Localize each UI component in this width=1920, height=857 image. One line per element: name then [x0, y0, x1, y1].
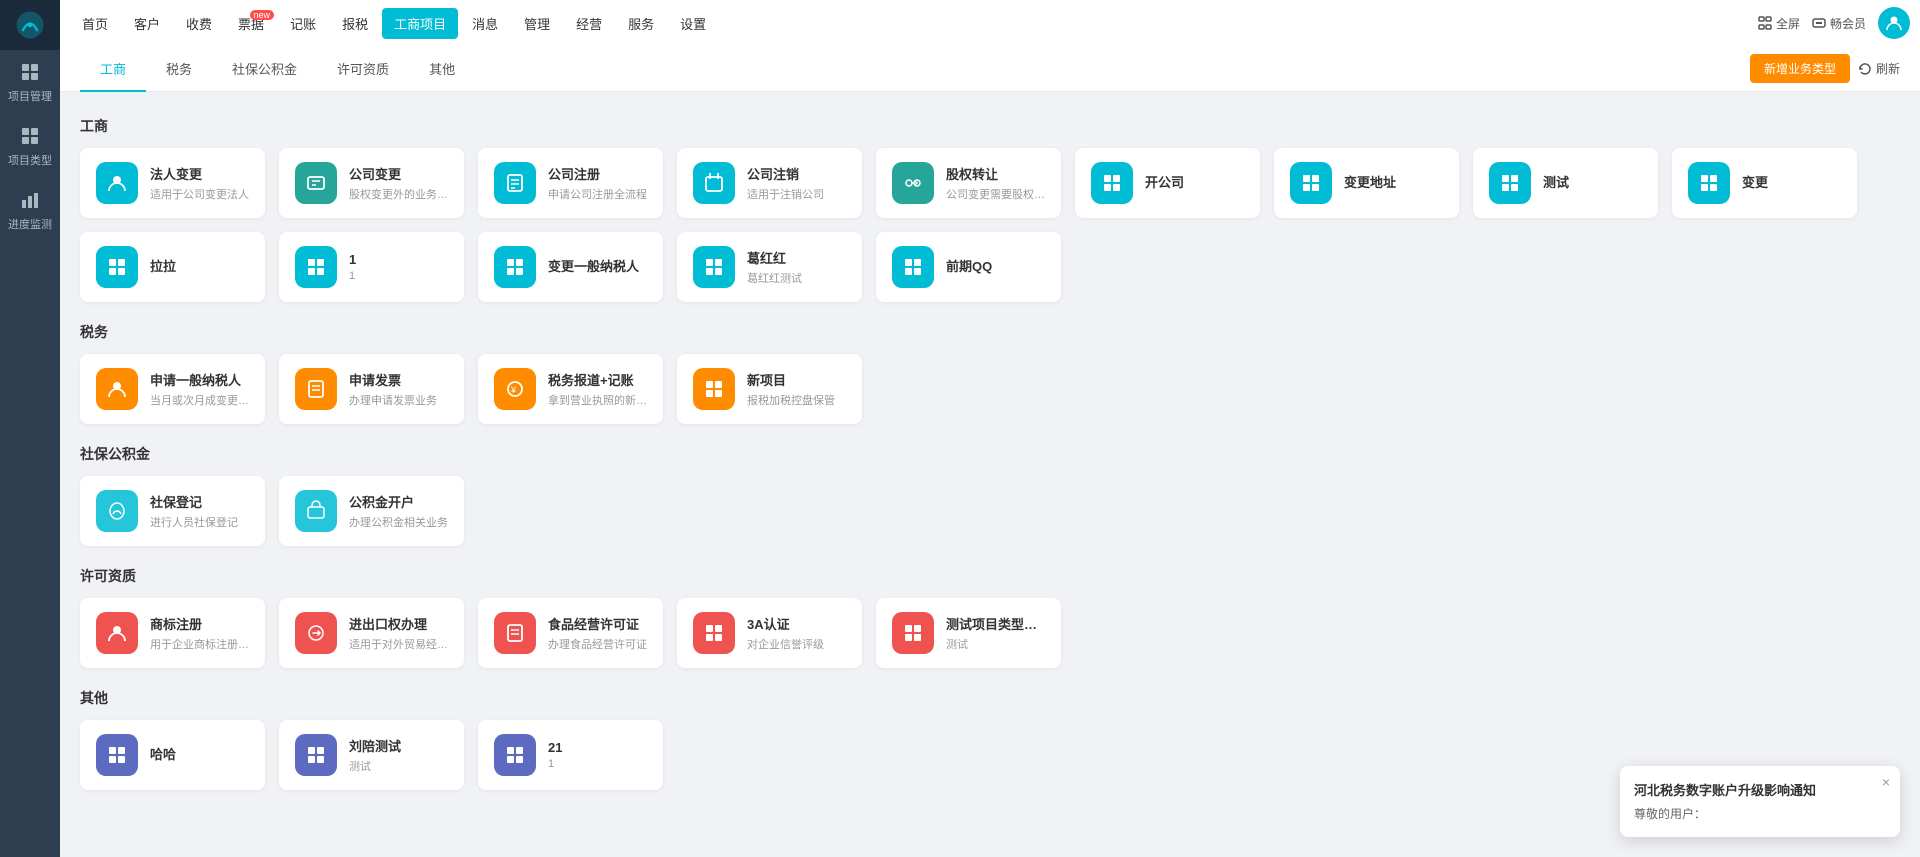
card-haha[interactable]: 哈哈 — [80, 720, 265, 790]
user-avatar[interactable] — [1878, 7, 1910, 39]
chart-icon — [18, 188, 42, 212]
card-change-general[interactable]: 变更一般纳税人 — [478, 232, 663, 302]
new-type-button[interactable]: 新增业务类型 — [1750, 54, 1850, 83]
card-open-company[interactable]: 开公司 — [1075, 148, 1260, 218]
nav-home[interactable]: 首页 — [70, 8, 120, 39]
card-company-cancel[interactable]: 公司注销 适用于注销公司 — [677, 148, 862, 218]
section-title-license: 许可资质 — [80, 566, 1900, 586]
card-company-change[interactable]: 公司变更 股权变更外的业务变更 — [279, 148, 464, 218]
card-icon-company-cancel — [693, 162, 735, 204]
sidebar-item-project-manage[interactable]: 项目管理 — [0, 50, 60, 114]
card-equity-transfer[interactable]: 股权转让 公司变更需要股权转让 — [876, 148, 1061, 218]
nav-billing[interactable]: 收费 — [174, 8, 224, 39]
sidebar-item-label: 项目类型 — [8, 152, 52, 168]
card-pre-qq[interactable]: 前期QQ — [876, 232, 1061, 302]
card-import-export[interactable]: 进出口权办理 适用于对外贸易经营者 — [279, 598, 464, 668]
sidebar-item-label: 项目管理 — [8, 88, 52, 104]
card-ge-hong-hong[interactable]: 葛红红 葛红红测试 — [677, 232, 862, 302]
fullscreen-btn[interactable]: 全屏 — [1758, 15, 1800, 32]
nav-operation[interactable]: 经营 — [564, 8, 614, 39]
sidebar: 项目管理 项目类型 进度监测 — [0, 0, 60, 857]
nav-right: 全屏 畅会员 — [1758, 7, 1910, 39]
nav-tax[interactable]: 报税 — [330, 8, 380, 39]
sidebar-logo — [0, 0, 60, 50]
grid-icon — [18, 60, 42, 84]
tabs-actions: 新增业务类型 刷新 — [1750, 54, 1900, 83]
cards-grid-social: 社保登记 进行人员社保登记 公积金开户 办理公积金相关业务 — [80, 476, 1900, 546]
card-test-type[interactable]: 测试项目类型定义 测试 — [876, 598, 1061, 668]
section-title-tax: 税务 — [80, 322, 1900, 342]
notification-popup: × 河北税务数字账户升级影响通知 尊敬的用户： — [1620, 766, 1900, 837]
sidebar-item-project-type[interactable]: 项目类型 — [0, 114, 60, 178]
card-icon-company-register — [494, 162, 536, 204]
tag-icon — [18, 124, 42, 148]
card-apply-general[interactable]: 申请一般纳税人 当月或次月成变更完成 — [80, 354, 265, 424]
nav-manage[interactable]: 管理 — [512, 8, 562, 39]
notification-body: 尊敬的用户： — [1634, 805, 1886, 823]
card-test[interactable]: 测试 — [1473, 148, 1658, 218]
tab-tax[interactable]: 税务 — [146, 47, 212, 92]
tab-license[interactable]: 许可资质 — [317, 47, 409, 92]
sidebar-item-progress-monitor[interactable]: 进度监测 — [0, 178, 60, 242]
nav-service[interactable]: 服务 — [616, 8, 666, 39]
card-icon-equity-transfer — [892, 162, 934, 204]
card-change-address[interactable]: 变更地址 — [1274, 148, 1459, 218]
card-one[interactable]: 1 1 — [279, 232, 464, 302]
card-twenty-one[interactable]: 21 1 — [478, 720, 663, 790]
card-icon-change-address — [1290, 162, 1332, 204]
section-title-other: 其他 — [80, 688, 1900, 708]
vip-btn[interactable]: 畅会员 — [1812, 15, 1866, 32]
notification-title: 河北税务数字账户升级影响通知 — [1634, 780, 1886, 799]
main-container: 首页 客户 收费 票据 new 记账 报税 工商项目 消息 管理 经营 服务 设… — [60, 0, 1920, 857]
card-icon-open-company — [1091, 162, 1133, 204]
nav-industrial[interactable]: 工商项目 — [382, 8, 458, 39]
tab-social[interactable]: 社保公积金 — [212, 47, 317, 92]
content-area: 工商 税务 社保公积金 许可资质 其他 新增业务类型 刷新 工商 — [60, 46, 1920, 857]
ticket-badge: new — [250, 10, 275, 20]
cards-grid-industrial: 法人变更 适用于公司变更法人 公司变更 股权变更外的业务变更 — [80, 148, 1900, 302]
svg-text:¥: ¥ — [510, 385, 517, 395]
card-3a-cert[interactable]: 3A认证 对企业信誉评级 — [677, 598, 862, 668]
tab-industrial[interactable]: 工商 — [80, 47, 146, 92]
section-title-industrial: 工商 — [80, 116, 1900, 136]
top-nav: 首页 客户 收费 票据 new 记账 报税 工商项目 消息 管理 经营 服务 设… — [60, 0, 1920, 46]
cards-grid-tax: 申请一般纳税人 当月或次月成变更完成 申请发票 办理申请发票业务 ¥ — [80, 354, 1900, 424]
section-title-social: 社保公积金 — [80, 444, 1900, 464]
nav-customer[interactable]: 客户 — [122, 8, 172, 39]
card-liu-pei-test[interactable]: 刘陪测试 测试 — [279, 720, 464, 790]
notification-close-button[interactable]: × — [1882, 774, 1890, 790]
card-info-legal-change: 法人变更 适用于公司变更法人 — [150, 164, 249, 202]
card-lala[interactable]: 拉拉 — [80, 232, 265, 302]
sidebar-item-label: 进度监测 — [8, 216, 52, 232]
nav-message[interactable]: 消息 — [460, 8, 510, 39]
cards-grid-license: 商标注册 用于企业商标注册服务 进出口权办理 适用于对外贸易经营者 — [80, 598, 1900, 668]
card-change[interactable]: 变更 — [1672, 148, 1857, 218]
nav-ticket[interactable]: 票据 new — [226, 8, 276, 39]
card-icon-legal-change — [96, 162, 138, 204]
card-new-project[interactable]: 新项目 报税加税控盘保管 — [677, 354, 862, 424]
card-social-register[interactable]: 社保登记 进行人员社保登记 — [80, 476, 265, 546]
card-apply-invoice[interactable]: 申请发票 办理申请发票业务 — [279, 354, 464, 424]
card-company-register[interactable]: 公司注册 申请公司注册全流程 — [478, 148, 663, 218]
tabs-bar: 工商 税务 社保公积金 许可资质 其他 新增业务类型 刷新 — [60, 46, 1920, 92]
refresh-button[interactable]: 刷新 — [1858, 60, 1900, 77]
card-food-license[interactable]: 食品经营许可证 办理食品经营许可证 — [478, 598, 663, 668]
card-trademark[interactable]: 商标注册 用于企业商标注册服务 — [80, 598, 265, 668]
card-tax-report-bookkeeping[interactable]: ¥ 税务报道+记账 拿到营业执照的新公司 — [478, 354, 663, 424]
scroll-content: 工商 法人变更 适用于公司变更法人 公司变更 — [60, 92, 1920, 857]
tab-other[interactable]: 其他 — [409, 47, 475, 92]
nav-bookkeeping[interactable]: 记账 — [278, 8, 328, 39]
card-provident-fund[interactable]: 公积金开户 办理公积金相关业务 — [279, 476, 464, 546]
card-icon-company-change — [295, 162, 337, 204]
card-legal-change[interactable]: 法人变更 适用于公司变更法人 — [80, 148, 265, 218]
nav-settings[interactable]: 设置 — [668, 8, 718, 39]
